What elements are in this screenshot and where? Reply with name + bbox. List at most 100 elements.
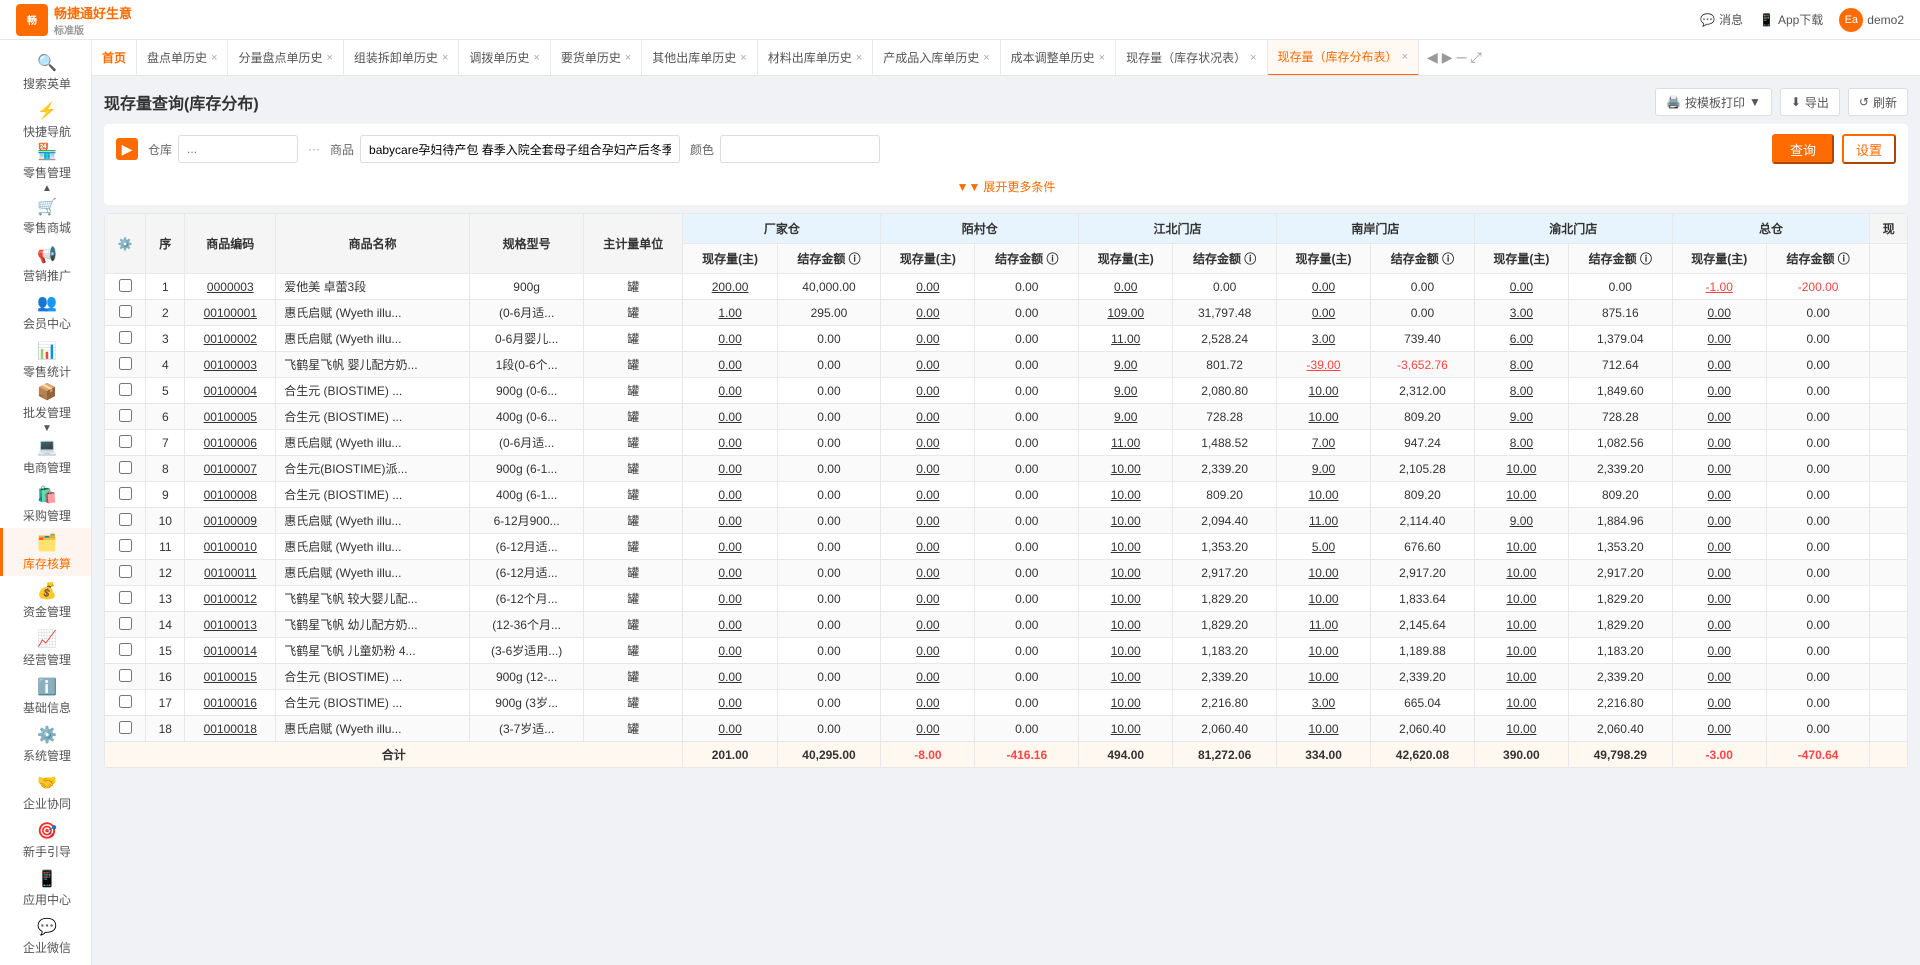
close-icon[interactable]: × [326, 52, 332, 64]
close-icon[interactable]: × [740, 52, 746, 64]
cell-checkbox[interactable] [105, 586, 146, 612]
cell-jiangbei-qty: 9.00 [1079, 378, 1173, 404]
cell-code: 00100016 [185, 690, 276, 716]
cell-extra [1870, 534, 1908, 560]
export-btn[interactable]: ⬇ 导出 [1780, 88, 1840, 116]
expand-icon[interactable]: ⤢ [1470, 49, 1481, 66]
sidebar-item-ecommerce[interactable]: 💻 电商管理 [0, 432, 91, 480]
goods-input[interactable] [360, 135, 680, 163]
col-settings[interactable]: ⚙️ [105, 214, 146, 274]
tab-assembly[interactable]: 组装拆卸单历史 × [344, 40, 459, 76]
arrow-left-icon[interactable]: ◀ [1427, 49, 1438, 66]
cell-checkbox[interactable] [105, 534, 146, 560]
cell-code: 00100007 [185, 456, 276, 482]
cell-checkbox[interactable] [105, 430, 146, 456]
arrow-right-icon[interactable]: ▶ [1442, 49, 1453, 66]
tab-stock-dist[interactable]: 现存量（库存分布表） × [1268, 40, 1419, 76]
toggle-search-btn[interactable]: ▶ [116, 138, 138, 160]
close-icon[interactable]: × [211, 52, 217, 64]
cell-nanan-qty: 10.00 [1276, 404, 1370, 430]
sidebar-item-wholesale[interactable]: 📦 批发管理 ▼ [0, 384, 91, 432]
sidebar-item-member[interactable]: 👥 会员中心 [0, 288, 91, 336]
cell-checkbox[interactable] [105, 326, 146, 352]
cell-checkbox[interactable] [105, 456, 146, 482]
tab-material-outbound[interactable]: 材料出库单历史 × [758, 40, 873, 76]
close-icon[interactable]: × [533, 52, 539, 64]
cell-nanan-amt: 676.60 [1371, 534, 1475, 560]
cell-spec: 400g (0-6... [470, 404, 584, 430]
cell-checkbox[interactable] [105, 352, 146, 378]
color-input[interactable] [720, 135, 880, 163]
cell-total-amt: 0.00 [1766, 508, 1870, 534]
sidebar-item-retail-stats[interactable]: 📊 零售统计 [0, 336, 91, 384]
operations-icon: 📈 [37, 629, 57, 649]
tab-cost-adjust[interactable]: 成本调整单历史 × [1001, 40, 1116, 76]
query-btn[interactable]: 查询 [1772, 134, 1834, 164]
cell-checkbox[interactable] [105, 508, 146, 534]
cell-checkbox[interactable] [105, 482, 146, 508]
cell-checkbox[interactable] [105, 716, 146, 742]
close-icon[interactable]: × [1402, 51, 1408, 63]
cell-mucun-amt: 0.00 [975, 456, 1079, 482]
tab-requisition[interactable]: 要货单历史 × [551, 40, 642, 76]
message-btn[interactable]: 💬 消息 [1700, 11, 1743, 28]
cell-extra [1870, 404, 1908, 430]
close-icon[interactable]: × [1099, 52, 1105, 64]
print-btn[interactable]: 🖨️ 按模板打印 ▼ [1655, 88, 1772, 116]
app-download-btn[interactable]: 📱 App下载 [1759, 11, 1823, 28]
tab-stock-status[interactable]: 现存量（库存状况表） × [1116, 40, 1267, 76]
tab-stockcount-history[interactable]: 盘点单历史 × [137, 40, 228, 76]
sidebar-item-enterprise[interactable]: 🤝 企业协同 [0, 768, 91, 816]
sidebar-item-finance[interactable]: 💰 资金管理 [0, 576, 91, 624]
sidebar-item-system[interactable]: ⚙️ 系统管理 [0, 720, 91, 768]
close-icon[interactable]: × [625, 52, 631, 64]
cell-checkbox[interactable] [105, 690, 146, 716]
sidebar-item-wechat[interactable]: 💬 企业微信 [0, 912, 91, 960]
col-name-header: 商品名称 [276, 214, 470, 274]
sidebar-item-appstore[interactable]: 📱 应用中心 [0, 864, 91, 912]
sidebar-item-quicknav[interactable]: ⚡ 快捷导航 [0, 96, 91, 144]
cell-no: 18 [146, 716, 185, 742]
close-icon[interactable]: × [1250, 52, 1256, 64]
cell-checkbox[interactable] [105, 560, 146, 586]
sidebar-item-vip[interactable]: 🌟 畅会员 [0, 960, 91, 965]
cell-nanan-qty: 0.00 [1276, 274, 1370, 300]
sidebar-item-search[interactable]: 🔍 搜索英单 [0, 48, 91, 96]
cell-checkbox[interactable] [105, 404, 146, 430]
cell-checkbox[interactable] [105, 664, 146, 690]
close-icon[interactable]: × [983, 52, 989, 64]
tab-other-outbound[interactable]: 其他出库单历史 × [642, 40, 757, 76]
cell-factory-amt: 295.00 [777, 300, 881, 326]
cell-unit: 罐 [584, 482, 683, 508]
sidebar-item-operations[interactable]: 📈 经营管理 [0, 624, 91, 672]
cell-nanan-amt: 1,189.88 [1371, 638, 1475, 664]
refresh-btn[interactable]: ↺ 刷新 [1848, 88, 1908, 116]
sidebar-item-basic[interactable]: ℹ️ 基础信息 [0, 672, 91, 720]
tab-home[interactable]: 首页 [92, 40, 137, 76]
tab-split-stockcount[interactable]: 分量盘点单历史 × [228, 40, 343, 76]
cell-checkbox[interactable] [105, 638, 146, 664]
user-avatar[interactable]: Ea demo2 [1839, 8, 1904, 32]
tab-product-inbound[interactable]: 产成品入库单历史 × [873, 40, 1000, 76]
sidebar-item-marketing[interactable]: 📢 营销推广 [0, 240, 91, 288]
sidebar-item-guide[interactable]: 🎯 新手引导 [0, 816, 91, 864]
sidebar-item-mall[interactable]: 🛒 零售商城 [0, 192, 91, 240]
sidebar-item-retail[interactable]: 🏪 零售管理 ▲ [0, 144, 91, 192]
close-icon[interactable]: × [442, 52, 448, 64]
cell-checkbox[interactable] [105, 612, 146, 638]
cell-checkbox[interactable] [105, 274, 146, 300]
setting-btn[interactable]: 设置 [1842, 134, 1896, 164]
minimize-icon[interactable]: ─ [1457, 49, 1467, 66]
tab-transfer[interactable]: 调拨单历史 × [459, 40, 550, 76]
sub-total-amt: 结存金额 ⓘ [1766, 244, 1870, 274]
warehouse-input[interactable] [178, 135, 298, 163]
cell-total-qty: 0.00 [1672, 690, 1766, 716]
warehouse-label: 仓库 [148, 141, 172, 158]
cell-checkbox[interactable] [105, 378, 146, 404]
sidebar-item-purchase[interactable]: 🛍️ 采购管理 [0, 480, 91, 528]
sidebar-item-inventory[interactable]: 🗂️ 库存核算 [0, 528, 91, 576]
close-icon[interactable]: × [856, 52, 862, 64]
expand-conditions-btn[interactable]: ▼▼ 展开更多条件 [957, 178, 1056, 195]
cell-jiangbei-amt: 1,183.20 [1173, 638, 1277, 664]
cell-checkbox[interactable] [105, 300, 146, 326]
